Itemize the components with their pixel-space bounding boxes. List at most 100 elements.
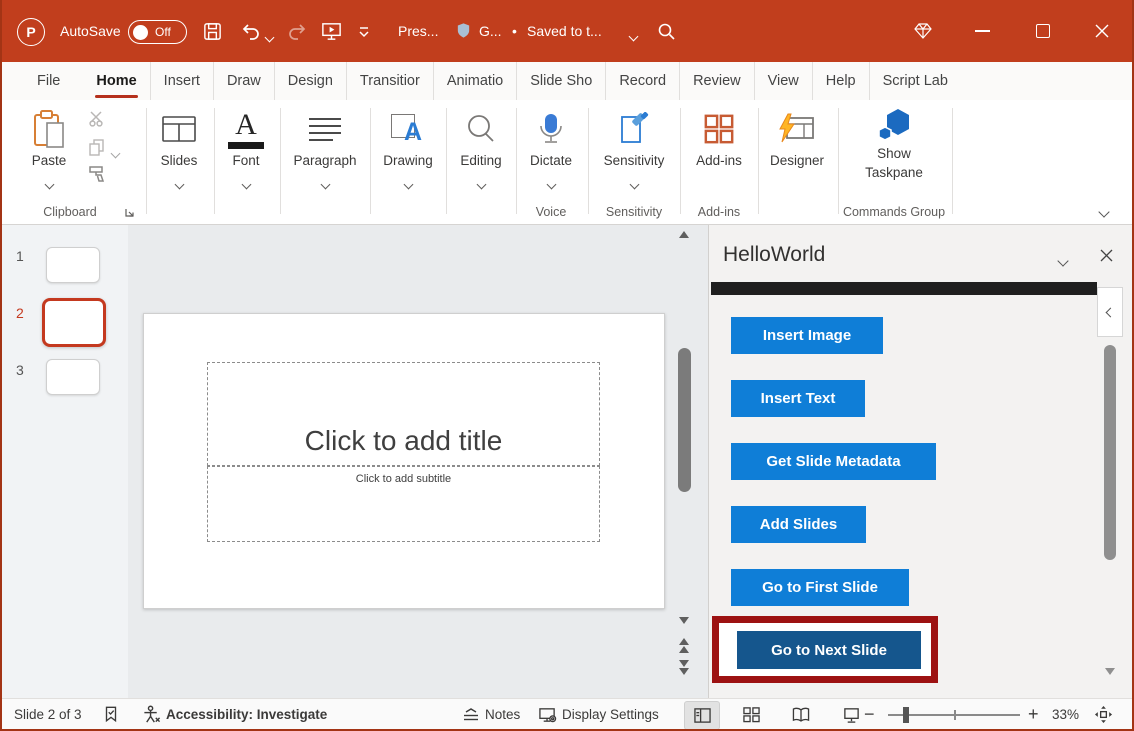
taskpane-menu-chevron-icon[interactable]: [1057, 252, 1069, 270]
saved-status[interactable]: Saved to t...: [527, 23, 602, 39]
accessibility-icon: [142, 705, 161, 724]
tab-slide-show[interactable]: Slide Sho: [516, 62, 605, 100]
slide-thumbnail-2-selected[interactable]: [42, 298, 106, 347]
proofing-icon[interactable]: [102, 699, 120, 730]
tab-insert[interactable]: Insert: [149, 62, 213, 100]
slideshow-view-icon[interactable]: [834, 701, 868, 728]
thumbnail-number: 2: [16, 305, 24, 321]
sensitivity-button[interactable]: Sensitivity: [596, 106, 672, 193]
normal-view-button[interactable]: [684, 701, 720, 730]
reading-view-icon[interactable]: [784, 701, 818, 728]
font-button[interactable]: A Font: [216, 106, 276, 193]
tab-draw[interactable]: Draw: [212, 62, 274, 100]
show-taskpane-icon: [856, 106, 932, 144]
add-slides-button[interactable]: Add Slides: [731, 506, 866, 543]
qat-overflow-icon[interactable]: [356, 24, 372, 40]
fit-slide-icon[interactable]: [1086, 701, 1120, 728]
tab-record[interactable]: Record: [605, 62, 679, 100]
tab-help[interactable]: Help: [811, 62, 869, 100]
dictate-button[interactable]: Dictate: [520, 106, 582, 193]
clipboard-group-label: Clipboard: [43, 205, 97, 219]
taskpane-scrollbar-thumb[interactable]: [1104, 345, 1116, 560]
maximize-icon[interactable]: [1036, 24, 1050, 38]
undo-icon[interactable]: [240, 21, 262, 43]
scroll-up-icon[interactable]: [679, 231, 689, 238]
tab-file[interactable]: File: [24, 62, 73, 100]
insert-text-button[interactable]: Insert Text: [731, 380, 865, 417]
save-icon[interactable]: [202, 21, 223, 42]
drawing-chevron-icon: [376, 175, 440, 193]
title-placeholder[interactable]: Click to add title: [207, 362, 600, 466]
paragraph-icon: [286, 106, 364, 152]
paste-button[interactable]: Paste: [24, 106, 74, 193]
premium-icon[interactable]: [913, 21, 933, 41]
ribbon: Paste Clipboard Slides A Font Paragraph …: [2, 100, 1132, 225]
taskpane-scroll-down-icon[interactable]: [1105, 668, 1115, 675]
slide-thumbnail-1[interactable]: [46, 247, 100, 283]
tab-animations[interactable]: Animatio: [432, 62, 516, 100]
editor-scrollbar-thumb[interactable]: [678, 348, 691, 492]
show-taskpane-button[interactable]: Show Taskpane: [856, 106, 932, 182]
org-label: G...: [479, 23, 502, 39]
add-ins-button[interactable]: Add-ins: [686, 106, 752, 170]
paragraph-button[interactable]: Paragraph: [286, 106, 364, 193]
close-icon[interactable]: [1094, 23, 1110, 39]
group-separator: [758, 108, 759, 214]
group-separator: [446, 108, 447, 214]
get-slide-metadata-button[interactable]: Get Slide Metadata: [731, 443, 936, 480]
paste-chevron-icon: [24, 175, 74, 193]
display-settings-button[interactable]: Display Settings: [538, 699, 659, 730]
format-painter-icon[interactable]: [87, 164, 107, 184]
tab-view[interactable]: View: [753, 62, 812, 100]
thumbnail-number: 1: [16, 248, 24, 264]
slides-button[interactable]: Slides: [148, 106, 210, 193]
designer-button[interactable]: Designer: [762, 106, 832, 170]
copy-chevron-icon[interactable]: [110, 144, 121, 162]
add-ins-icon: [686, 106, 752, 152]
tab-review[interactable]: Review: [679, 62, 754, 100]
group-separator: [214, 108, 215, 214]
next-slide-icon[interactable]: [679, 660, 689, 675]
search-icon[interactable]: [656, 21, 676, 41]
collapse-ribbon-icon[interactable]: [1098, 203, 1110, 221]
subtitle-placeholder[interactable]: Click to add subtitle: [207, 466, 600, 542]
paste-icon: [24, 106, 74, 152]
powerpoint-window: P AutoSave Off Pres... G... • Saved to t…: [0, 0, 1134, 731]
ribbon-tab-bar: File Home Insert Draw Design Transitior …: [2, 62, 1134, 100]
taskpane-collapse-icon[interactable]: [1097, 287, 1123, 337]
slide-indicator: Slide 2 of 3: [14, 707, 82, 722]
accessibility-status[interactable]: Accessibility: Investigate: [142, 699, 327, 730]
notes-button[interactable]: Notes: [462, 699, 520, 730]
start-slideshow-icon[interactable]: [320, 20, 343, 43]
editing-button[interactable]: Editing: [450, 106, 512, 193]
tab-script-lab[interactable]: Script Lab: [868, 62, 961, 100]
taskpane-close-icon[interactable]: [1099, 248, 1114, 263]
previous-slide-icon[interactable]: [679, 638, 689, 653]
dictate-chevron-icon: [520, 175, 582, 193]
cut-icon[interactable]: [88, 110, 106, 128]
go-to-next-slide-button[interactable]: Go to Next Slide: [737, 631, 921, 669]
undo-menu-chevron-icon[interactable]: [264, 28, 275, 46]
group-separator: [280, 108, 281, 214]
drawing-button[interactable]: A Drawing: [376, 106, 440, 193]
minimize-icon[interactable]: [975, 30, 990, 32]
autosave-toggle[interactable]: Off: [128, 20, 187, 44]
scroll-down-icon[interactable]: [679, 617, 689, 624]
insert-image-button[interactable]: Insert Image: [731, 317, 883, 354]
slide-thumbnail-3[interactable]: [46, 359, 100, 395]
tab-design[interactable]: Design: [273, 62, 346, 100]
zoom-out-icon[interactable]: −: [864, 699, 875, 730]
slide-sorter-icon[interactable]: [734, 701, 768, 728]
tab-transitions[interactable]: Transitior: [345, 62, 433, 100]
zoom-level[interactable]: 33%: [1052, 699, 1079, 730]
dialog-launcher-icon[interactable]: [124, 207, 135, 218]
slide[interactable]: Click to add title Click to add subtitle: [143, 313, 665, 609]
tab-home[interactable]: Home: [83, 62, 149, 100]
zoom-slider-thumb[interactable]: [903, 707, 909, 723]
redo-icon[interactable]: [286, 21, 308, 43]
saved-status-chevron-icon[interactable]: [628, 27, 639, 45]
document-title: Pres...: [398, 23, 439, 39]
go-to-first-slide-button[interactable]: Go to First Slide: [731, 569, 909, 606]
copy-icon[interactable]: [87, 138, 106, 157]
zoom-in-icon[interactable]: +: [1028, 699, 1039, 730]
